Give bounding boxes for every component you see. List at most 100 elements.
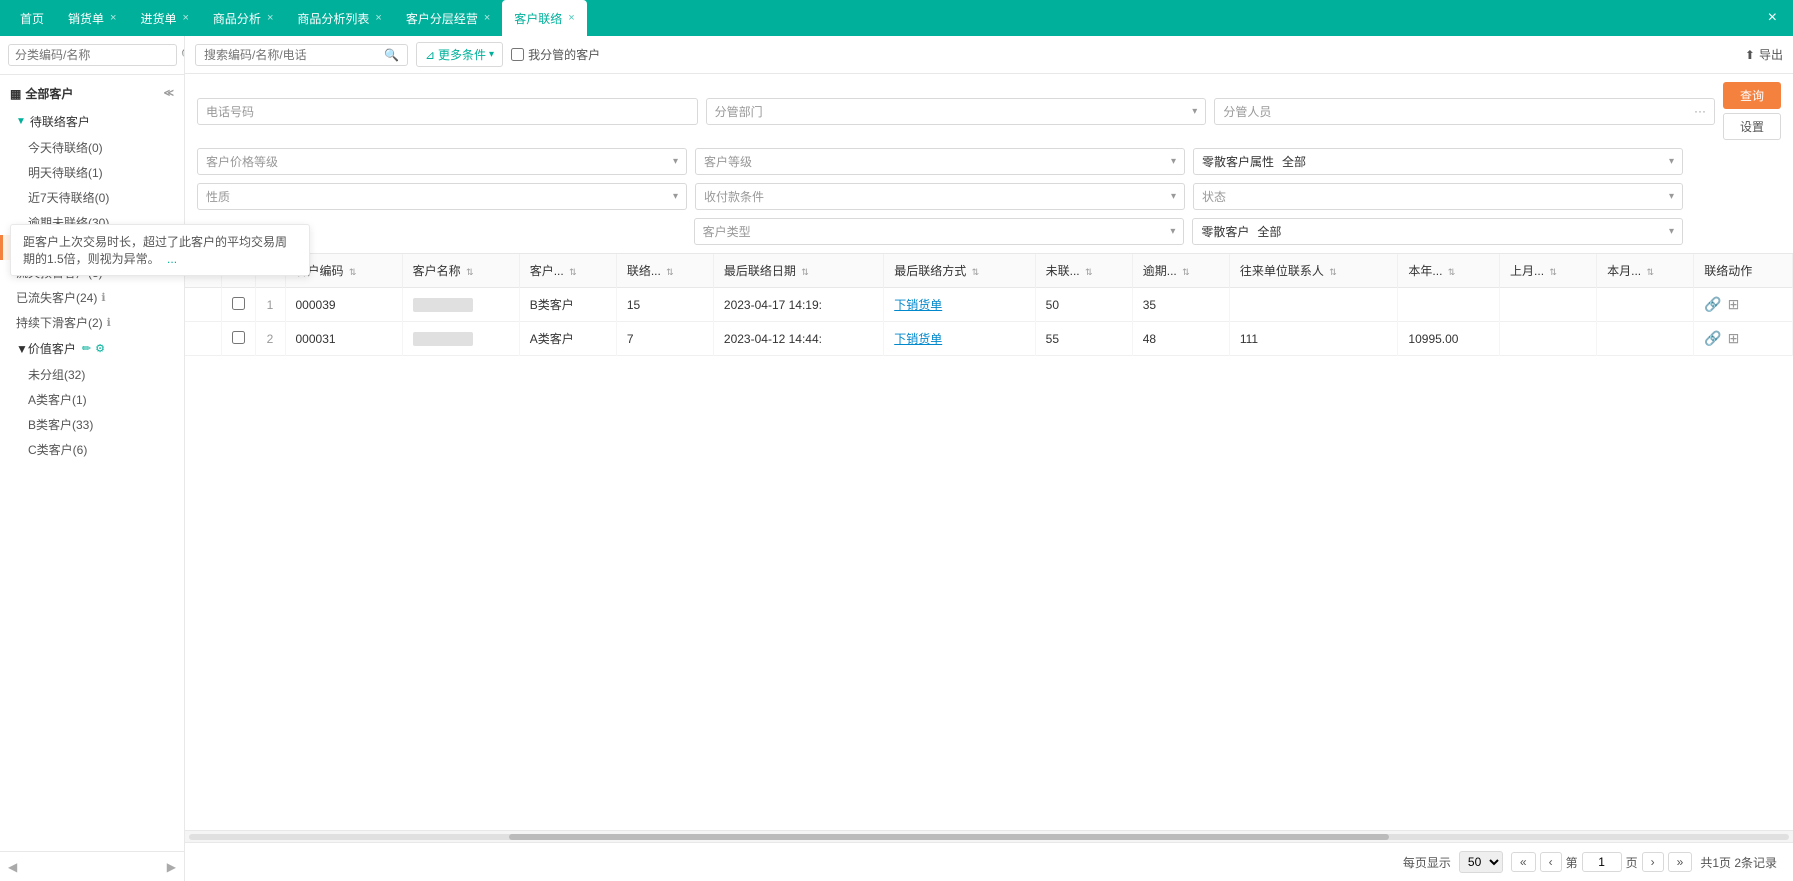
tab-customer-segment[interactable]: 客户分层经营 × — [394, 0, 502, 36]
settings-small-icon[interactable]: ⚙ — [95, 342, 105, 355]
last-page-button[interactable]: » — [1668, 852, 1693, 872]
more-conditions-button[interactable]: ⊿ 更多条件 ▾ — [416, 42, 503, 67]
sidebar-item-tomorrow[interactable]: 明天待联络(1) — [0, 160, 184, 185]
sidebar-item-today[interactable]: 今天待联络(0) — [0, 135, 184, 160]
sort-last-type-icon[interactable]: ⇅ — [972, 267, 980, 277]
tab-sales-order[interactable]: 销货单 × — [56, 0, 128, 36]
filter-retail-customer[interactable]: 零散客户 全部 ▾ — [1192, 218, 1683, 245]
sort-contact-days-icon[interactable]: ⇅ — [666, 267, 674, 277]
sidebar-item-churned[interactable]: 已流失客户(24) ℹ — [0, 285, 184, 310]
col-overdue[interactable]: 逾期... ⇅ — [1132, 254, 1229, 288]
sidebar-item-7days[interactable]: 近7天待联络(0) — [0, 185, 184, 210]
row2-checkbox[interactable] — [221, 322, 255, 356]
scrollbar-thumb[interactable] — [509, 834, 1389, 840]
filter-department[interactable]: 分管部门 ▾ — [706, 98, 1207, 125]
per-page-select[interactable]: 50 — [1459, 851, 1503, 873]
sidebar-item-b-class[interactable]: B类客户(33) — [0, 412, 184, 437]
tab-purchase-order-close[interactable]: × — [182, 12, 188, 24]
settings-button[interactable]: 设置 — [1723, 113, 1781, 140]
row2-last-type[interactable]: 下销货单 — [884, 322, 1035, 356]
sort-code-icon[interactable]: ⇅ — [349, 267, 357, 277]
col-last-contact-date[interactable]: 最后联络日期 ⇅ — [713, 254, 883, 288]
sidebar-left-arrow[interactable]: ◀ — [8, 860, 17, 874]
sidebar-value-group-header[interactable]: ▼ 价值客户 ✏ ⚙ — [0, 335, 184, 362]
window-close-button[interactable]: × — [1760, 9, 1785, 27]
col-last-month[interactable]: 上月... ⇅ — [1500, 254, 1597, 288]
main-search-input[interactable] — [204, 48, 384, 62]
sidebar-collapse-icon[interactable]: ≪ — [164, 88, 174, 99]
filter-manager[interactable]: 分管人员 ··· — [1214, 98, 1715, 125]
export-button[interactable]: ⬆ 导出 — [1745, 46, 1783, 63]
col-no-contact[interactable]: 未联... ⇅ — [1035, 254, 1132, 288]
col-contact-person[interactable]: 往来单位联系人 ⇅ — [1229, 254, 1398, 288]
sidebar-right-arrow[interactable]: ▶ — [167, 860, 176, 874]
prev-page-button[interactable]: ‹ — [1540, 852, 1562, 872]
tab-product-analysis-close[interactable]: × — [267, 12, 273, 24]
filter-nature[interactable]: 性质 ▾ — [197, 183, 687, 210]
sort-no-contact-icon[interactable]: ⇅ — [1085, 267, 1093, 277]
tab-product-analysis[interactable]: 商品分析 × — [201, 0, 285, 36]
query-button[interactable]: 查询 — [1723, 82, 1781, 109]
filter-phone[interactable]: 电话号码 — [197, 98, 698, 125]
info-icon-2[interactable]: ℹ — [101, 291, 105, 304]
tab-product-analysis-list-close[interactable]: × — [375, 12, 381, 24]
tab-product-analysis-list[interactable]: 商品分析列表 × — [285, 0, 393, 36]
tab-customer-contact-close[interactable]: × — [568, 12, 574, 24]
filter-payment-terms[interactable]: 收付款条件 ▾ — [695, 183, 1185, 210]
row1-select[interactable] — [232, 297, 245, 310]
sidebar-item-declining[interactable]: 持续下滑客户(2) ℹ — [0, 310, 184, 335]
filter-status[interactable]: 状态 ▾ — [1193, 183, 1683, 210]
manager-dots[interactable]: ··· — [1694, 104, 1706, 118]
my-customers-checkbox[interactable] — [511, 48, 524, 61]
tab-purchase-order[interactable]: 进货单 × — [128, 0, 200, 36]
row1-last-type[interactable]: 下销货单 — [884, 288, 1035, 322]
sidebar-item-c-class[interactable]: C类客户(6) — [0, 437, 184, 462]
col-this-month[interactable]: 本月... ⇅ — [1597, 254, 1694, 288]
first-page-button[interactable]: « — [1511, 852, 1536, 872]
row2-this-year: 10995.00 — [1398, 322, 1500, 356]
sort-this-month-icon[interactable]: ⇅ — [1646, 267, 1654, 277]
edit-icon[interactable]: ✏ — [82, 342, 91, 355]
col-this-year[interactable]: 本年... ⇅ — [1398, 254, 1500, 288]
main-search-icon[interactable]: 🔍 — [384, 48, 399, 62]
sidebar-search-input[interactable] — [8, 44, 177, 66]
sidebar-all-customers[interactable]: ▦ 全部客户 ≪ — [0, 79, 184, 108]
tab-sales-order-close[interactable]: × — [110, 12, 116, 24]
my-customers-checkbox-label[interactable]: 我分管的客户 — [511, 46, 600, 63]
sort-grade-icon[interactable]: ⇅ — [569, 267, 577, 277]
sort-last-date-icon[interactable]: ⇅ — [801, 267, 809, 277]
sort-overdue-icon[interactable]: ⇅ — [1182, 267, 1190, 277]
next-page-button[interactable]: › — [1642, 852, 1664, 872]
sort-last-month-icon[interactable]: ⇅ — [1549, 267, 1557, 277]
col-name[interactable]: 客户名称 ⇅ — [402, 254, 519, 288]
page-suffix: 页 — [1626, 854, 1638, 871]
sort-this-year-icon[interactable]: ⇅ — [1448, 267, 1456, 277]
horizontal-scrollbar[interactable] — [185, 830, 1793, 842]
row2-link-icon[interactable]: 🔗 — [1704, 330, 1721, 347]
row1-checkbox[interactable] — [221, 288, 255, 322]
sidebar-pending-contact-header[interactable]: ▼ 待联络客户 — [0, 108, 184, 135]
tab-home[interactable]: 首页 — [8, 0, 56, 36]
filter-retail-attribute[interactable]: 零散客户属性 全部 ▾ — [1193, 148, 1683, 175]
filter-price-grade[interactable]: 客户价格等级 ▾ — [197, 148, 687, 175]
sort-name-icon[interactable]: ⇅ — [466, 267, 474, 277]
sidebar-item-ungrouped[interactable]: 未分组(32) — [0, 362, 184, 387]
filter-customer-grade[interactable]: 客户等级 ▾ — [695, 148, 1185, 175]
col-grade[interactable]: 客户... ⇅ — [519, 254, 616, 288]
sort-contact-person-icon[interactable]: ⇅ — [1329, 267, 1337, 277]
page-input[interactable] — [1582, 852, 1622, 872]
sidebar-item-a-class[interactable]: A类客户(1) — [0, 387, 184, 412]
row1-code[interactable]: 000039 — [285, 288, 402, 322]
col-contact-days[interactable]: 联络... ⇅ — [616, 254, 713, 288]
filter-customer-type[interactable]: 客户类型 ▾ — [694, 218, 1185, 245]
row2-code[interactable]: 000031 — [285, 322, 402, 356]
row1-last-date: 2023-04-17 14:19: — [713, 288, 883, 322]
info-icon-3[interactable]: ℹ — [107, 316, 111, 329]
row1-grid-icon[interactable]: ⊞ — [1728, 296, 1740, 313]
row2-grid-icon[interactable]: ⊞ — [1728, 330, 1740, 347]
row2-select[interactable] — [232, 331, 245, 344]
tab-customer-contact[interactable]: 客户联络 × — [502, 0, 586, 36]
row1-link-icon[interactable]: 🔗 — [1704, 296, 1721, 313]
col-last-contact-type[interactable]: 最后联络方式 ⇅ — [884, 254, 1035, 288]
tab-customer-segment-close[interactable]: × — [484, 12, 490, 24]
